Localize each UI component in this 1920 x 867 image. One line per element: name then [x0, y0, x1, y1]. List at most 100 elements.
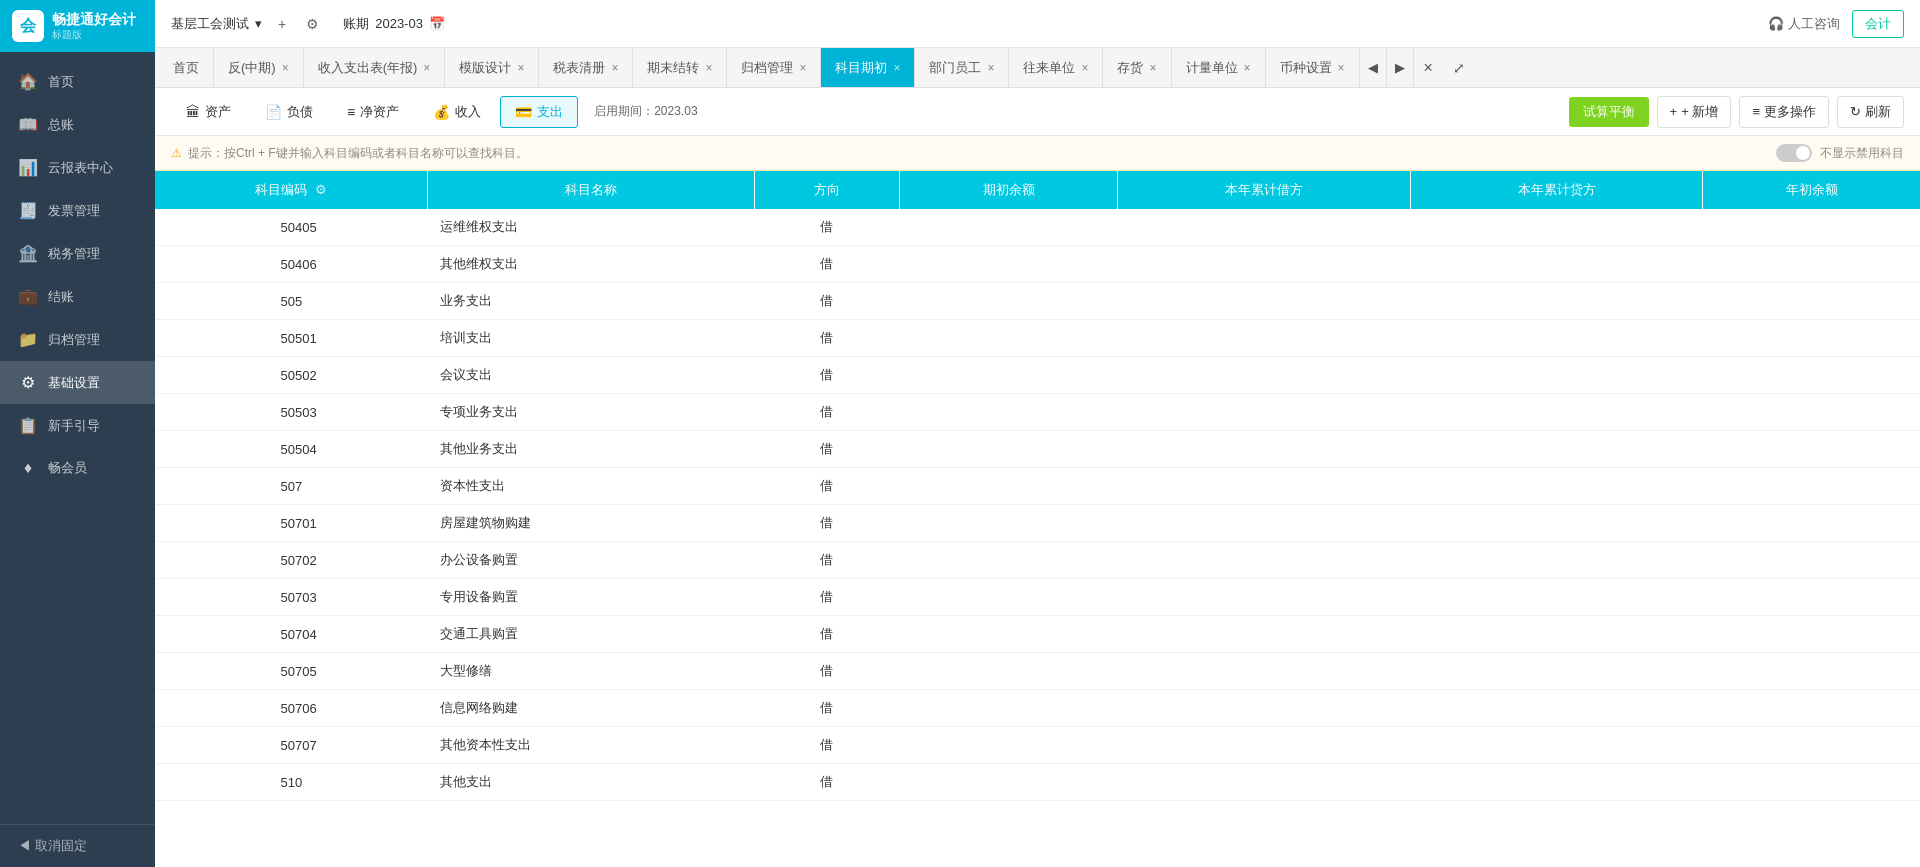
- tab-3[interactable]: 模版设计×: [445, 48, 539, 87]
- plus-icon: +: [1670, 104, 1678, 119]
- cell-balance: [899, 431, 1118, 468]
- app-logo[interactable]: 会 畅捷通好会计 标题版: [0, 0, 155, 52]
- tab-8[interactable]: 部门员工×: [915, 48, 1009, 87]
- tab-close-6[interactable]: ×: [799, 61, 806, 75]
- logo-sub: 标题版: [52, 28, 136, 42]
- column-settings-icon[interactable]: ⚙: [315, 182, 327, 197]
- cell-credit: [1410, 246, 1702, 283]
- invoice-icon: 🧾: [18, 201, 38, 220]
- company-selector[interactable]: 基层工会测试 ▾: [171, 15, 262, 33]
- tabbar: 首页反(中期)×收入支出表(年报)×模版设计×税表清册×期末结转×归档管理×科目…: [155, 48, 1920, 88]
- tab-7[interactable]: 科目期初×: [821, 48, 915, 87]
- tab-close-9[interactable]: ×: [1081, 61, 1088, 75]
- tab-12[interactable]: 币种设置×: [1266, 48, 1360, 87]
- table-row[interactable]: 50701 房屋建筑物购建 借: [155, 505, 1920, 542]
- tab-close-1[interactable]: ×: [282, 61, 289, 75]
- tab-close-3[interactable]: ×: [517, 61, 524, 75]
- table-row[interactable]: 50706 信息网络购建 借: [155, 690, 1920, 727]
- tab-10[interactable]: 存货×: [1103, 48, 1171, 87]
- tab-close-all-button[interactable]: ×: [1414, 48, 1443, 87]
- tab-close-12[interactable]: ×: [1338, 61, 1345, 75]
- refresh-button[interactable]: ↻ 刷新: [1837, 96, 1904, 128]
- sidebar-item-closing[interactable]: 💼 结账: [0, 275, 155, 318]
- sidebar-item-home[interactable]: 🏠 首页: [0, 60, 155, 103]
- cell-direction: 借: [754, 209, 899, 246]
- table-row[interactable]: 50503 专项业务支出 借: [155, 394, 1920, 431]
- tab-4[interactable]: 税表清册×: [539, 48, 633, 87]
- subtab-asset[interactable]: 🏛资产: [171, 96, 246, 128]
- sidebar-item-reports[interactable]: 📊 云报表中心: [0, 146, 155, 189]
- tab-close-2[interactable]: ×: [423, 61, 430, 75]
- cell-balance: [899, 283, 1118, 320]
- more-button[interactable]: ≡ 更多操作: [1739, 96, 1829, 128]
- tab-close-10[interactable]: ×: [1149, 61, 1156, 75]
- sidebar-item-tax[interactable]: 🏦 税务管理: [0, 232, 155, 275]
- guide-icon: 📋: [18, 416, 38, 435]
- sidebar-item-ledger[interactable]: 📖 总账: [0, 103, 155, 146]
- table-header-row: 科目编码 ⚙ 科目名称 方向 期初余额 本年累计借方 本年累计贷方 年初余额: [155, 171, 1920, 209]
- table-row[interactable]: 505 业务支出 借: [155, 283, 1920, 320]
- calculate-button[interactable]: 试算平衡: [1569, 97, 1649, 127]
- tab-6[interactable]: 归档管理×: [727, 48, 821, 87]
- tab-close-11[interactable]: ×: [1244, 61, 1251, 75]
- table-row[interactable]: 50406 其他维权支出 借: [155, 246, 1920, 283]
- liability-icon: 📄: [265, 104, 282, 120]
- tab-nav-right[interactable]: ▶: [1387, 48, 1414, 87]
- table-row[interactable]: 50504 其他业务支出 借: [155, 431, 1920, 468]
- disable-toggle[interactable]: [1776, 144, 1812, 162]
- tab-0[interactable]: 首页: [159, 48, 214, 87]
- subtab-expense[interactable]: 💳支出: [500, 96, 578, 128]
- tab-expand-button[interactable]: ⤢: [1443, 48, 1475, 87]
- table-row[interactable]: 50502 会议支出 借: [155, 357, 1920, 394]
- sidebar-item-invoice[interactable]: 🧾 发票管理: [0, 189, 155, 232]
- tab-close-5[interactable]: ×: [705, 61, 712, 75]
- table-row[interactable]: 50704 交通工具购置 借: [155, 616, 1920, 653]
- tab-11[interactable]: 计量单位×: [1172, 48, 1266, 87]
- cell-code: 50501: [155, 320, 428, 357]
- cell-year-balance: [1703, 468, 1920, 505]
- add-button[interactable]: + + 新增: [1657, 96, 1732, 128]
- table-row[interactable]: 50702 办公设备购置 借: [155, 542, 1920, 579]
- help-button[interactable]: 🎧 人工咨询: [1768, 15, 1840, 33]
- cell-credit: [1410, 357, 1702, 394]
- cell-credit: [1410, 468, 1702, 505]
- sidebar-item-member[interactable]: ♦ 畅会员: [0, 447, 155, 489]
- cell-name: 其他维权支出: [428, 246, 755, 283]
- table-row[interactable]: 50703 专用设备购置 借: [155, 579, 1920, 616]
- table-row[interactable]: 50707 其他资本性支出 借: [155, 727, 1920, 764]
- table-row[interactable]: 50705 大型修缮 借: [155, 653, 1920, 690]
- subtab-equity[interactable]: ≡净资产: [332, 96, 414, 128]
- calendar-icon: 📅: [429, 16, 445, 31]
- sidebar-item-guide[interactable]: 📋 新手引导: [0, 404, 155, 447]
- sidebar-item-settings[interactable]: ⚙ 基础设置: [0, 361, 155, 404]
- tab-nav-left[interactable]: ◀: [1360, 48, 1387, 87]
- tab-close-7[interactable]: ×: [893, 61, 900, 75]
- table-row[interactable]: 510 其他支出 借: [155, 764, 1920, 801]
- expense-icon: 💳: [515, 104, 532, 120]
- period-value[interactable]: 2023-03: [375, 16, 423, 31]
- subtab-income[interactable]: 💰收入: [418, 96, 496, 128]
- tab-close-8[interactable]: ×: [987, 61, 994, 75]
- table-row[interactable]: 507 资本性支出 借: [155, 468, 1920, 505]
- tab-close-4[interactable]: ×: [611, 61, 618, 75]
- cell-balance: [899, 616, 1118, 653]
- subtab-label-income: 收入: [455, 103, 481, 121]
- cell-name: 其他资本性支出: [428, 727, 755, 764]
- table-row[interactable]: 50405 运维维权支出 借: [155, 209, 1920, 246]
- tab-1[interactable]: 反(中期)×: [214, 48, 304, 87]
- cell-code: 50703: [155, 579, 428, 616]
- cell-credit: [1410, 283, 1702, 320]
- settings-icon-button[interactable]: ⚙: [302, 12, 323, 36]
- cell-code: 50406: [155, 246, 428, 283]
- subtab-liability[interactable]: 📄负债: [250, 96, 328, 128]
- tab-5[interactable]: 期末结转×: [633, 48, 727, 87]
- tab-9[interactable]: 往来单位×: [1009, 48, 1103, 87]
- closing-icon: 💼: [18, 287, 38, 306]
- add-tab-button[interactable]: +: [274, 12, 290, 36]
- account-button[interactable]: 会计: [1852, 10, 1904, 38]
- table-row[interactable]: 50501 培训支出 借: [155, 320, 1920, 357]
- sidebar-collapse-btn[interactable]: ◀ 取消固定: [0, 824, 155, 867]
- tab-2[interactable]: 收入支出表(年报)×: [304, 48, 446, 87]
- sidebar-label-guide: 新手引导: [48, 417, 100, 435]
- sidebar-item-archive[interactable]: 📁 归档管理: [0, 318, 155, 361]
